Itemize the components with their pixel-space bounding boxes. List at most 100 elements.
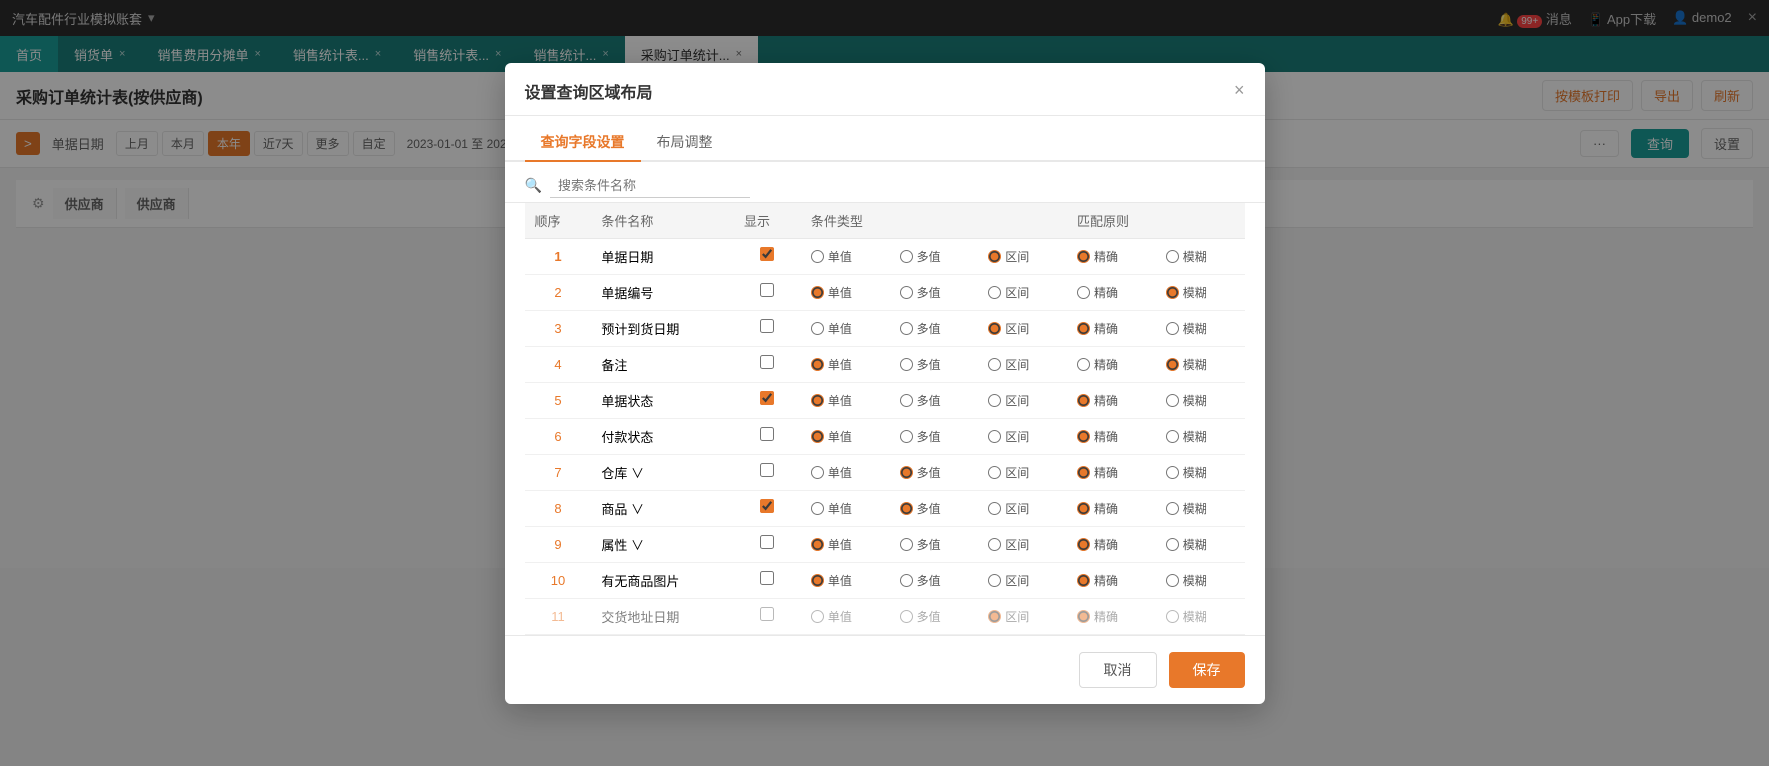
radio-multi[interactable] — [900, 430, 913, 443]
radio-multi[interactable] — [900, 502, 913, 515]
radio-single[interactable] — [811, 250, 824, 263]
display-checkbox[interactable] — [760, 247, 774, 261]
radio-multi[interactable] — [900, 466, 913, 479]
radio-exact-label: 精确 — [1094, 500, 1118, 517]
radio-range[interactable] — [988, 250, 1001, 263]
row-display-cell — [734, 275, 801, 305]
radio-range[interactable] — [988, 322, 1001, 335]
radio-multi[interactable] — [900, 322, 913, 335]
radio-fuzzy[interactable] — [1166, 430, 1179, 443]
modal-tab-layout[interactable]: 布局调整 — [641, 124, 729, 162]
radio-single-label: 单值 — [828, 320, 852, 337]
radio-single-label: 单值 — [828, 392, 852, 409]
radio-range[interactable] — [988, 286, 1001, 299]
radio-multi[interactable] — [900, 358, 913, 371]
radio-fuzzy[interactable] — [1166, 574, 1179, 587]
radio-fuzzy-label: 模糊 — [1183, 284, 1207, 301]
radio-multi[interactable] — [900, 610, 913, 623]
row-type-single-cell: 单值 — [801, 490, 890, 526]
radio-multi-label: 多值 — [917, 392, 941, 409]
radio-exact[interactable] — [1077, 286, 1090, 299]
th-display: 显示 — [734, 203, 801, 239]
display-checkbox[interactable] — [760, 319, 774, 333]
radio-multi[interactable] — [900, 286, 913, 299]
radio-single[interactable] — [811, 394, 824, 407]
radio-range[interactable] — [988, 430, 1001, 443]
radio-single[interactable] — [811, 430, 824, 443]
radio-single[interactable] — [811, 538, 824, 551]
row-match-exact-cell: 精确 — [1067, 454, 1156, 490]
radio-fuzzy[interactable] — [1166, 538, 1179, 551]
radio-exact[interactable] — [1077, 322, 1090, 335]
radio-exact[interactable] — [1077, 610, 1090, 623]
radio-single-label: 单值 — [828, 500, 852, 517]
display-checkbox[interactable] — [760, 607, 774, 621]
cancel-button[interactable]: 取消 — [1079, 652, 1157, 688]
radio-exact[interactable] — [1077, 502, 1090, 515]
radio-multi[interactable] — [900, 250, 913, 263]
radio-range[interactable] — [988, 394, 1001, 407]
radio-fuzzy[interactable] — [1166, 286, 1179, 299]
display-checkbox[interactable] — [760, 463, 774, 477]
display-checkbox[interactable] — [760, 499, 774, 513]
table-row: 3预计到货日期单值多值区间精确模糊 — [525, 310, 1245, 346]
radio-fuzzy[interactable] — [1166, 502, 1179, 515]
radio-exact-label: 精确 — [1094, 608, 1118, 625]
radio-single-label: 单值 — [828, 608, 852, 625]
radio-single[interactable] — [811, 466, 824, 479]
display-checkbox[interactable] — [760, 283, 774, 297]
radio-single[interactable] — [811, 286, 824, 299]
radio-range[interactable] — [988, 358, 1001, 371]
radio-single[interactable] — [811, 502, 824, 515]
display-checkbox[interactable] — [760, 427, 774, 441]
display-checkbox[interactable] — [760, 571, 774, 585]
radio-multi[interactable] — [900, 574, 913, 587]
display-checkbox[interactable] — [760, 355, 774, 369]
radio-multi[interactable] — [900, 538, 913, 551]
radio-single[interactable] — [811, 574, 824, 587]
row-name: 备注 — [591, 346, 734, 382]
radio-range[interactable] — [988, 466, 1001, 479]
row-type-multi-cell: 多值 — [890, 310, 979, 346]
radio-exact[interactable] — [1077, 538, 1090, 551]
radio-range-label: 区间 — [1005, 500, 1029, 517]
radio-fuzzy[interactable] — [1166, 358, 1179, 371]
row-order: 5 — [525, 382, 592, 418]
radio-fuzzy-label: 模糊 — [1183, 500, 1207, 517]
radio-single[interactable] — [811, 322, 824, 335]
modal-dialog: 设置查询区域布局 × 查询字段设置 布局调整 🔍 顺序 条件名称 — [505, 63, 1265, 704]
radio-multi-label: 多值 — [917, 500, 941, 517]
radio-single[interactable] — [811, 358, 824, 371]
radio-exact[interactable] — [1077, 358, 1090, 371]
radio-range[interactable] — [988, 502, 1001, 515]
radio-range[interactable] — [988, 538, 1001, 551]
table-row: 9属性 ∨单值多值区间精确模糊 — [525, 526, 1245, 562]
display-checkbox[interactable] — [760, 535, 774, 549]
save-button[interactable]: 保存 — [1169, 652, 1245, 688]
radio-range[interactable] — [988, 574, 1001, 587]
row-type-multi-cell: 多值 — [890, 274, 979, 310]
row-order: 9 — [525, 526, 592, 562]
radio-exact[interactable] — [1077, 574, 1090, 587]
radio-fuzzy[interactable] — [1166, 322, 1179, 335]
modal-header: 设置查询区域布局 × — [505, 63, 1265, 116]
radio-multi[interactable] — [900, 394, 913, 407]
radio-exact[interactable] — [1077, 394, 1090, 407]
radio-exact[interactable] — [1077, 430, 1090, 443]
row-type-single-cell: 单值 — [801, 310, 890, 346]
row-match-exact-cell: 精确 — [1067, 418, 1156, 454]
radio-exact[interactable] — [1077, 466, 1090, 479]
radio-fuzzy[interactable] — [1166, 250, 1179, 263]
radio-fuzzy[interactable] — [1166, 394, 1179, 407]
display-checkbox[interactable] — [760, 391, 774, 405]
radio-fuzzy[interactable] — [1166, 466, 1179, 479]
row-display-cell — [734, 347, 801, 377]
radio-single[interactable] — [811, 610, 824, 623]
modal-tab-query-fields[interactable]: 查询字段设置 — [525, 124, 641, 162]
radio-range[interactable] — [988, 610, 1001, 623]
radio-exact[interactable] — [1077, 250, 1090, 263]
radio-fuzzy[interactable] — [1166, 610, 1179, 623]
radio-multi-label: 多值 — [917, 536, 941, 553]
modal-close-button[interactable]: × — [1234, 80, 1245, 101]
search-input[interactable] — [550, 174, 750, 198]
